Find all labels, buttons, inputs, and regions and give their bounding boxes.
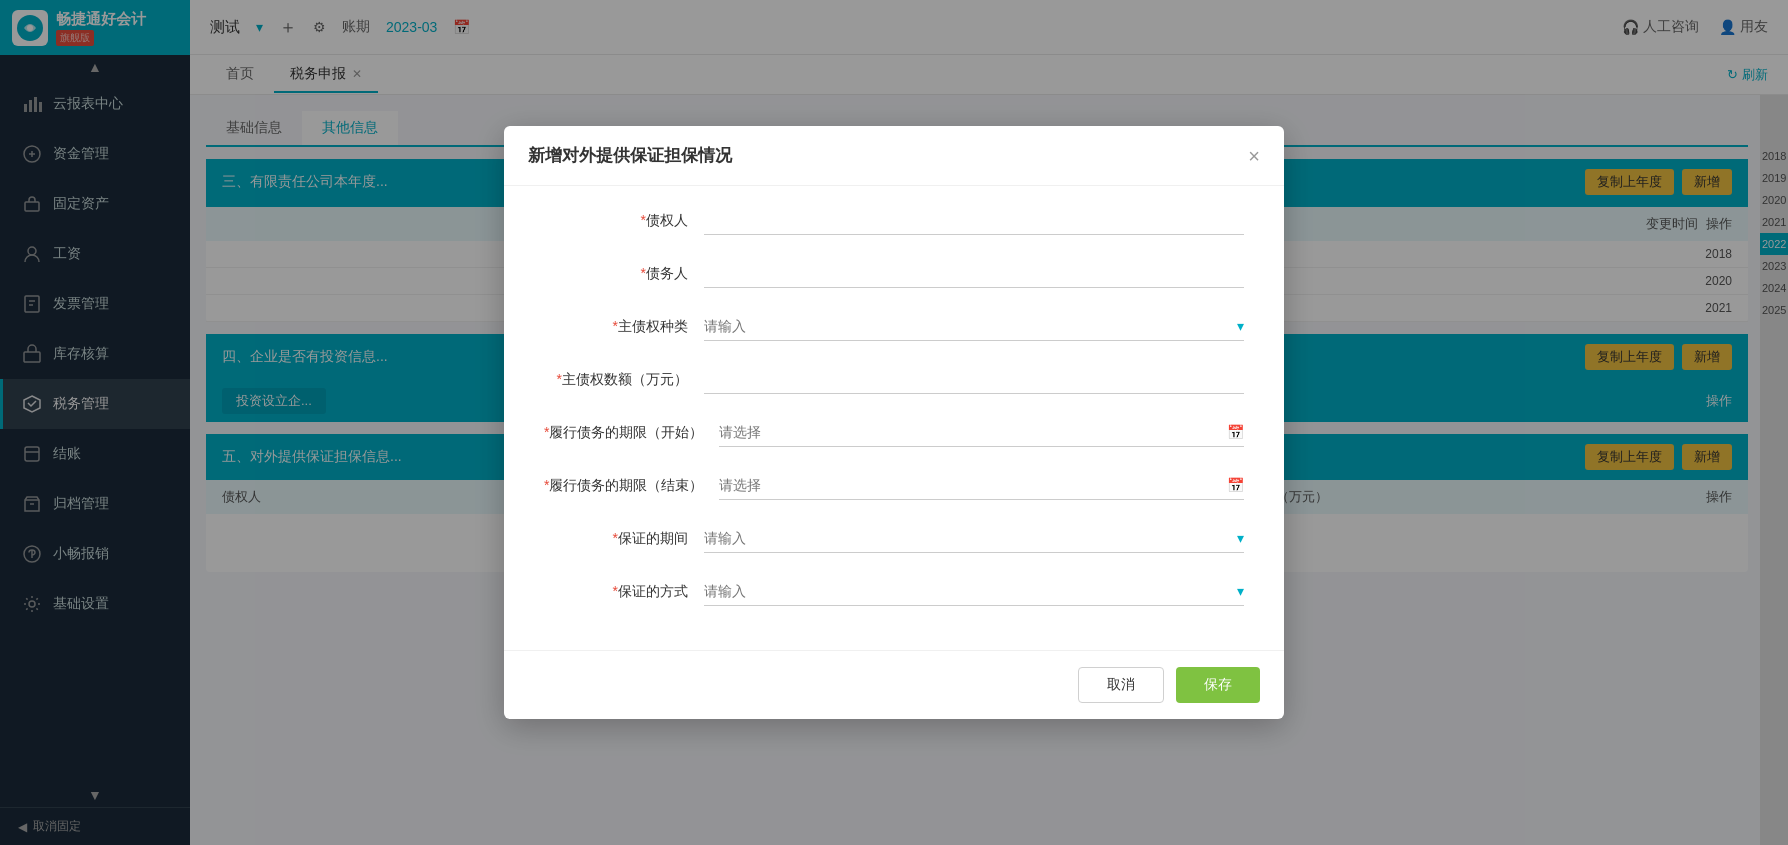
date-period-start[interactable]: 📅 [719,418,1244,447]
select-guarantee-period[interactable]: ▾ [704,524,1244,553]
chevron-down-icon-g-method: ▾ [1237,583,1244,599]
modal-footer: 取消 保存 [504,650,1284,719]
chevron-down-icon-debt-type: ▾ [1237,318,1244,334]
label-guarantee-period: *保证的期间 [544,530,704,548]
calendar-start-icon[interactable]: 📅 [1227,424,1244,440]
date-end-input[interactable] [719,477,1227,493]
form-group-guarantee-period: *保证的期间 ▾ [544,524,1244,553]
modal-close-button[interactable]: × [1248,146,1260,166]
modal-title: 新增对外提供保证担保情况 [528,144,732,167]
modal-dialog: 新增对外提供保证担保情况 × *债权人 *债务人 [504,126,1284,719]
select-guarantee-method[interactable]: ▾ [704,577,1244,606]
form-group-debt-type: *主债权种类 ▾ [544,312,1244,341]
select-debt-type[interactable]: ▾ [704,312,1244,341]
modal-overlay: 新增对外提供保证担保情况 × *债权人 *债务人 [0,0,1788,845]
input-creditor[interactable] [704,206,1244,235]
date-start-input[interactable] [719,424,1227,440]
date-period-end[interactable]: 📅 [719,471,1244,500]
modal-body: *债权人 *债务人 *主债权种类 [504,186,1284,650]
calendar-end-icon[interactable]: 📅 [1227,477,1244,493]
guarantee-method-input[interactable] [704,583,1237,599]
modal-header: 新增对外提供保证担保情况 × [504,126,1284,186]
label-period-end: *履行债务的期限（结束） [544,477,719,495]
label-debt-amount: *主债权数额（万元） [544,371,704,389]
guarantee-period-input[interactable] [704,530,1237,546]
save-button[interactable]: 保存 [1176,667,1260,703]
input-debtor[interactable] [704,259,1244,288]
form-group-guarantee-method: *保证的方式 ▾ [544,577,1244,606]
input-debt-amount[interactable] [704,365,1244,394]
form-group-debt-amount: *主债权数额（万元） [544,365,1244,394]
cancel-button[interactable]: 取消 [1078,667,1164,703]
form-group-period-end: *履行债务的期限（结束） 📅 [544,471,1244,500]
form-group-creditor: *债权人 [544,206,1244,235]
label-debtor: *债务人 [544,265,704,283]
label-period-start: *履行债务的期限（开始） [544,424,719,442]
label-debt-type: *主债权种类 [544,318,704,336]
label-guarantee-method: *保证的方式 [544,583,704,601]
label-creditor: *债权人 [544,212,704,230]
debt-type-input[interactable] [704,318,1237,334]
form-group-period-start: *履行债务的期限（开始） 📅 [544,418,1244,447]
form-group-debtor: *债务人 [544,259,1244,288]
chevron-down-icon-g-period: ▾ [1237,530,1244,546]
